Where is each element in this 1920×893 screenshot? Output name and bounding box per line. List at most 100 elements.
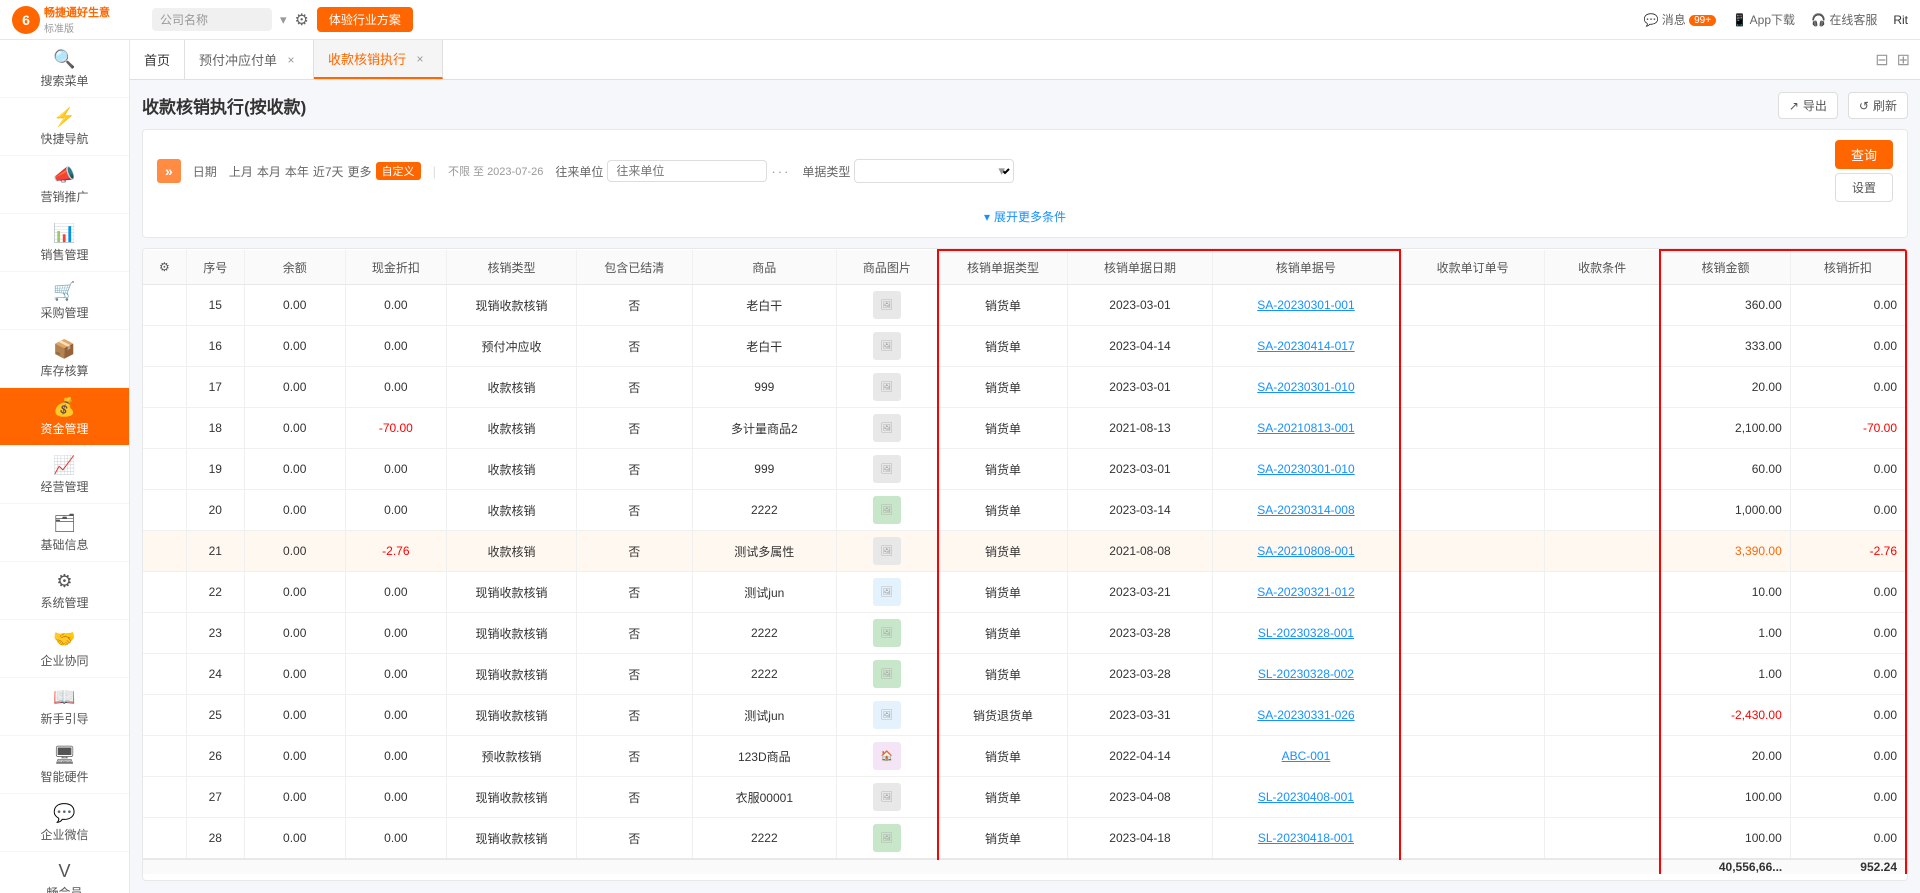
sidebar-item-guide[interactable]: 📖 新手引导 <box>0 678 129 736</box>
shortcut-icon: ⚡ <box>53 108 75 126</box>
user-name[interactable]: Rit <box>1893 13 1908 27</box>
cell-settings <box>143 613 186 654</box>
cell-cash-discount: 0.00 <box>345 449 446 490</box>
cell-receipt-condition <box>1545 613 1661 654</box>
tab-home[interactable]: 首页 <box>130 40 185 79</box>
cell-writeoff-bill-type: 销货单 <box>938 572 1068 613</box>
vip-icon: V <box>58 862 70 880</box>
sidebar-item-vip[interactable]: V 畅会员 <box>0 852 129 893</box>
filter-expand-button[interactable]: » <box>157 159 181 183</box>
cell-product: 999 <box>692 449 837 490</box>
sidebar-item-label: 搜索菜单 <box>40 72 88 89</box>
col-receipt-condition: 收款条件 <box>1545 250 1661 285</box>
cell-writeoff-type: 现销收款核销 <box>446 818 576 860</box>
receipt-type-select[interactable] <box>854 159 1014 183</box>
tab-minimize-icon[interactable]: ⊟ <box>1875 50 1888 70</box>
col-settings[interactable]: ⚙ <box>143 250 186 285</box>
cell-receipt-condition <box>1545 695 1661 736</box>
bill-no-link[interactable]: SA-20230321-012 <box>1257 585 1354 599</box>
date-this-year[interactable]: 本年 <box>285 163 309 180</box>
bill-no-link[interactable]: ABC-001 <box>1282 749 1331 763</box>
cell-balance: 0.00 <box>244 531 345 572</box>
table-container[interactable]: ⚙ 序号 余额 现金折扣 核销类型 包含已结清 商品 商品图片 核销单据类型 核… <box>142 248 1908 881</box>
cell-writeoff-amount: 333.00 <box>1660 326 1790 367</box>
sidebar-item-hardware[interactable]: 🖥 智能硬件 <box>0 736 129 794</box>
online-service-btn[interactable]: 🎧 在线客服 <box>1811 11 1877 28</box>
sidebar-item-purchase[interactable]: 🛒 采购管理 <box>0 272 129 330</box>
refresh-button[interactable]: ↺ 刷新 <box>1848 92 1908 119</box>
cell-balance: 0.00 <box>244 408 345 449</box>
bill-no-link[interactable]: SA-20230331-026 <box>1257 708 1354 722</box>
sidebar-item-basic-info[interactable]: 🗂 基础信息 <box>0 504 129 562</box>
sidebar-item-operations[interactable]: 📈 经营管理 <box>0 446 129 504</box>
settings-button[interactable]: 设置 <box>1835 173 1893 202</box>
cell-writeoff-bill-date: 2023-04-18 <box>1068 818 1213 860</box>
bill-no-link[interactable]: SA-20230314-008 <box>1257 503 1354 517</box>
sidebar-item-finance[interactable]: 💰 资金管理 <box>0 388 129 446</box>
content-area: 首页 预付冲应付单 × 收款核销执行 × ⊟ ⊞ 收款核销执行(按收款) <box>130 40 1920 893</box>
tab-writeoff-close[interactable]: × <box>412 51 428 67</box>
cell-cash-discount: 0.00 <box>345 777 446 818</box>
sidebar-item-sales[interactable]: 📊 销售管理 <box>0 214 129 272</box>
cell-writeoff-type: 收款核销 <box>446 490 576 531</box>
partner-input[interactable] <box>607 160 767 182</box>
tab-writeoff[interactable]: 收款核销执行 × <box>314 40 443 79</box>
bill-no-link[interactable]: SL-20230328-002 <box>1258 667 1354 681</box>
date-7days[interactable]: 近7天 <box>313 163 344 180</box>
product-image-placeholder: 🖼 <box>873 619 901 647</box>
cell-included-settled: 否 <box>576 695 692 736</box>
cell-receipt-order-no <box>1400 695 1545 736</box>
date-more[interactable]: 更多 <box>348 163 372 180</box>
cell-writeoff-bill-date: 2023-03-31 <box>1068 695 1213 736</box>
bill-no-link[interactable]: SA-20230414-017 <box>1257 339 1354 353</box>
cell-writeoff-bill-no: SL-20230408-001 <box>1212 777 1400 818</box>
sidebar-item-search[interactable]: 🔍 搜索菜单 <box>0 40 129 98</box>
cell-writeoff-bill-no: SA-20210808-001 <box>1212 531 1400 572</box>
cell-product-image: 🖼 <box>837 367 938 408</box>
col-seq: 序号 <box>186 250 244 285</box>
app-download-btn[interactable]: 📱 App下载 <box>1732 11 1795 28</box>
sidebar-item-collab[interactable]: 🤝 企业协同 <box>0 620 129 678</box>
cell-seq: 24 <box>186 654 244 695</box>
solution-button[interactable]: 体验行业方案 <box>317 7 413 32</box>
bill-no-link[interactable]: SL-20230418-001 <box>1258 831 1354 845</box>
sidebar-item-system[interactable]: ⚙ 系统管理 <box>0 562 129 620</box>
partner-dots[interactable]: ··· <box>771 164 790 179</box>
export-button[interactable]: ↗ 导出 <box>1778 92 1838 119</box>
bill-no-link[interactable]: SA-20230301-001 <box>1257 298 1354 312</box>
cell-writeoff-bill-date: 2023-03-01 <box>1068 367 1213 408</box>
tab-prepay-close[interactable]: × <box>283 52 299 68</box>
tab-prepay[interactable]: 预付冲应付单 × <box>185 40 314 79</box>
cell-balance: 0.00 <box>244 449 345 490</box>
sidebar-item-wechat[interactable]: 💬 企业微信 <box>0 794 129 852</box>
product-image-placeholder: 🖼 <box>873 824 901 852</box>
messages-btn[interactable]: 💬 消息 99+ <box>1643 11 1716 28</box>
cell-product-image: 🖼 <box>837 449 938 490</box>
tab-maximize-icon[interactable]: ⊞ <box>1897 50 1910 70</box>
finance-icon: 💰 <box>53 398 75 416</box>
bill-no-link[interactable]: SL-20230408-001 <box>1258 790 1354 804</box>
cell-writeoff-discount: 0.00 <box>1790 449 1906 490</box>
cell-settings <box>143 449 186 490</box>
col-receipt-order-no: 收款单订单号 <box>1400 250 1545 285</box>
bill-no-link[interactable]: SA-20230301-010 <box>1257 462 1354 476</box>
query-button[interactable]: 查询 <box>1835 140 1893 169</box>
date-last-month[interactable]: 上月 <box>229 163 253 180</box>
sidebar-item-shortcut[interactable]: ⚡ 快捷导航 <box>0 98 129 156</box>
sidebar-item-marketing[interactable]: 📣 营销推广 <box>0 156 129 214</box>
bill-no-link[interactable]: SA-20230301-010 <box>1257 380 1354 394</box>
bill-no-link[interactable]: SA-20210808-001 <box>1257 544 1354 558</box>
bill-no-link[interactable]: SL-20230328-001 <box>1258 626 1354 640</box>
settings-icon[interactable]: ⚙ <box>295 10 309 30</box>
sidebar-item-inventory[interactable]: 📦 库存核算 <box>0 330 129 388</box>
product-image-placeholder: 🖼 <box>873 455 901 483</box>
date-custom[interactable]: 自定义 <box>376 162 421 180</box>
date-this-month[interactable]: 本月 <box>257 163 281 180</box>
expand-more-button[interactable]: ▾ 展开更多条件 <box>984 208 1066 225</box>
table-footer-row: 40,556,66... 952.24 <box>143 859 1906 874</box>
cell-product-image: 🖼 <box>837 531 938 572</box>
bill-no-link[interactable]: SA-20210813-001 <box>1257 421 1354 435</box>
company-name[interactable]: 公司名称 <box>152 8 272 31</box>
dropdown-arrow[interactable]: ▾ <box>280 12 287 28</box>
cell-settings <box>143 408 186 449</box>
